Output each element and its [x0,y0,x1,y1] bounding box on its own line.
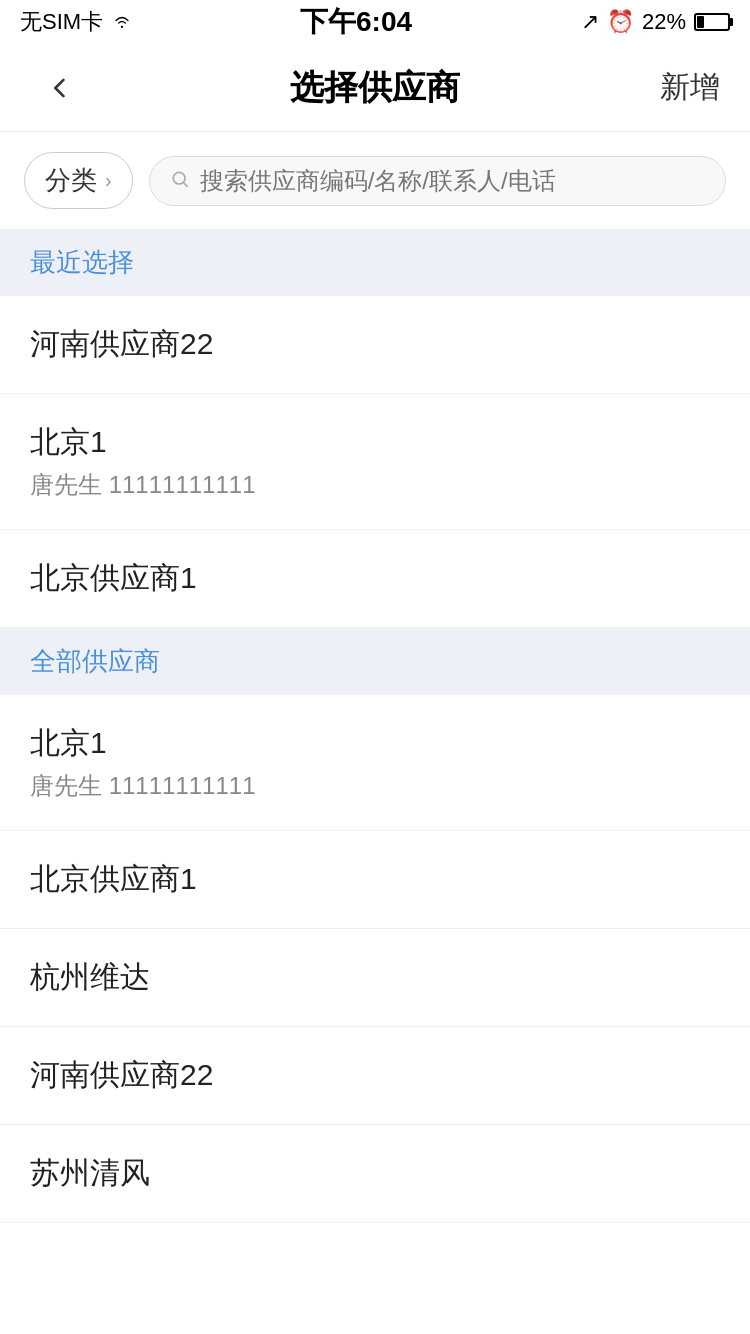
recent-list: 河南供应商22 北京1 唐先生 11111111111 北京供应商1 [0,296,750,628]
status-right: ↗ ⏰ 22% [581,9,730,35]
all-list-item[interactable]: 杭州维达 [0,929,750,1027]
status-bar: 无SIM卡 下午6:04 ↗ ⏰ 22% [0,0,750,44]
chevron-right-icon: › [105,169,112,192]
no-sim-text: 无SIM卡 [20,7,103,37]
page-title: 选择供应商 [90,65,660,111]
item-sub: 唐先生 11111111111 [30,469,720,501]
search-box [149,156,726,206]
filter-row: 分类 › [0,132,750,229]
back-button[interactable] [30,58,90,118]
all-list-item[interactable]: 北京供应商1 [0,831,750,929]
item-sub: 唐先生 11111111111 [30,770,720,802]
battery-percent: 22% [642,9,686,35]
item-name: 北京供应商1 [30,558,720,599]
item-name: 北京1 [30,723,720,764]
all-list-item[interactable]: 北京1 唐先生 11111111111 [0,695,750,831]
recent-section-header: 最近选择 [0,229,750,296]
category-button[interactable]: 分类 › [24,152,133,209]
battery-icon [694,13,730,31]
alarm-icon: ⏰ [607,9,634,35]
recent-section-label: 最近选择 [30,247,134,277]
item-name: 苏州清风 [30,1153,720,1194]
search-icon [170,167,190,195]
status-left: 无SIM卡 [20,7,131,37]
all-list: 北京1 唐先生 11111111111 北京供应商1 杭州维达 河南供应商22 … [0,695,750,1223]
location-icon: ↗ [581,9,599,35]
status-time: 下午6:04 [300,3,412,41]
item-name: 河南供应商22 [30,324,720,365]
item-name: 河南供应商22 [30,1055,720,1096]
all-list-item[interactable]: 苏州清风 [0,1125,750,1223]
category-label: 分类 [45,163,97,198]
all-section-label: 全部供应商 [30,646,160,676]
item-name: 北京供应商1 [30,859,720,900]
recent-list-item[interactable]: 北京供应商1 [0,530,750,628]
nav-bar: 选择供应商 新增 [0,44,750,132]
wifi-icon [113,15,131,29]
recent-list-item[interactable]: 北京1 唐先生 11111111111 [0,394,750,530]
item-name: 杭州维达 [30,957,720,998]
item-name: 北京1 [30,422,720,463]
all-list-item[interactable]: 河南供应商22 [0,1027,750,1125]
add-button[interactable]: 新增 [660,67,720,108]
all-section-header: 全部供应商 [0,628,750,695]
search-input[interactable] [200,167,705,195]
recent-list-item[interactable]: 河南供应商22 [0,296,750,394]
